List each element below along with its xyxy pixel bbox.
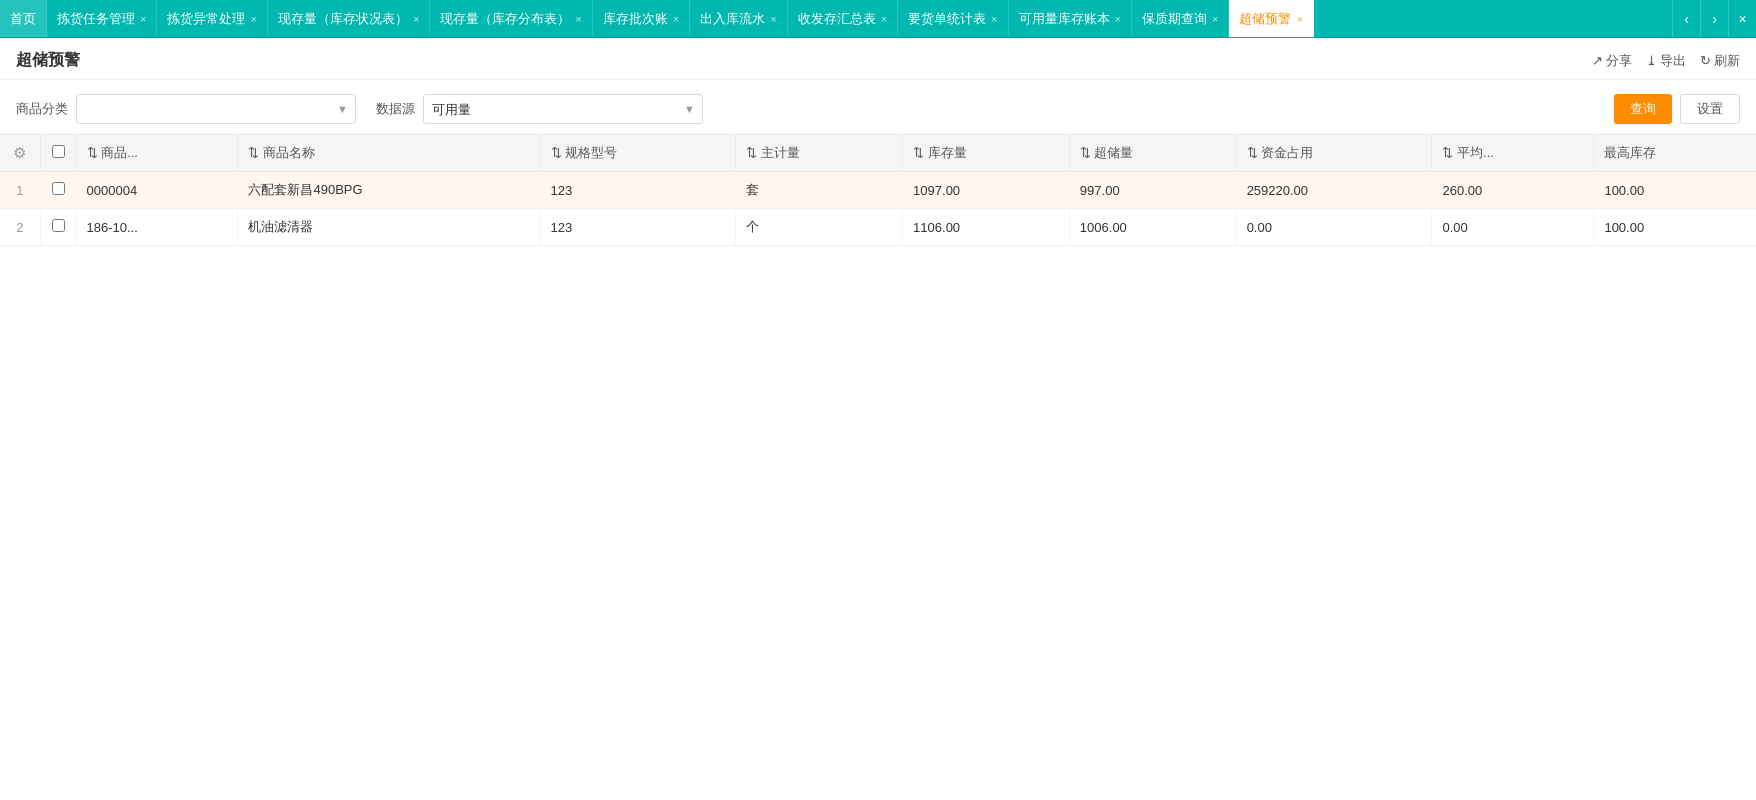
nav-arrows: ‹ › × [1672,0,1756,38]
col-header-code: ⇅ 商品... [76,135,238,172]
category-label: 商品分类 [16,100,68,118]
col-header-gear: ⚙ [0,135,40,172]
nav-inventory-dist[interactable]: 现存量（库存分布表） × [430,0,592,37]
refresh-button[interactable]: ↻ 刷新 [1700,52,1740,70]
close-inventory-dist[interactable]: × [575,13,581,25]
table-row: 1 0000004 六配套新昌490BPG 123 套 1097.00 997.… [0,172,1756,209]
row-2-avg: 0.00 [1432,209,1594,246]
datasource-label: 数据源 [376,100,415,118]
page-title: 超储预警 [16,50,80,71]
row-1-capital: 259220.00 [1236,172,1432,209]
col-header-spec: ⇅ 规格型号 [540,135,736,172]
col-header-name: ⇅ 商品名称 [238,135,540,172]
row-2-checkbox[interactable] [52,219,65,232]
nav-inventory-status[interactable]: 现存量（库存状况表） × [268,0,430,37]
col-header-capital: ⇅ 资金占用 [1236,135,1432,172]
page-header: 超储预警 ↗ 分享 ⤓ 导出 ↻ 刷新 [0,38,1756,80]
nav-receipt-summary[interactable]: 收发存汇总表 × [788,0,898,37]
setting-button[interactable]: 设置 [1680,94,1740,124]
close-batch-account[interactable]: × [673,13,679,25]
nav-available-stock[interactable]: 可用量库存账本 × [1009,0,1132,37]
nav-home[interactable]: 首页 [0,0,47,37]
nav-close-button[interactable]: × [1728,0,1756,38]
close-order-stat[interactable]: × [991,13,997,25]
nav-pick-exception[interactable]: 拣货异常处理 × [157,0,267,37]
close-quality-expire[interactable]: × [1212,13,1218,25]
row-1-code: 0000004 [76,172,238,209]
row-1-checkbox[interactable] [52,182,65,195]
row-1-unit: 套 [736,172,903,209]
col-header-avg: ⇅ 平均... [1432,135,1594,172]
row-1-avg: 260.00 [1432,172,1594,209]
header-actions: ↗ 分享 ⤓ 导出 ↻ 刷新 [1592,52,1740,70]
category-filter-group: 商品分类 ▼ [16,94,356,124]
gear-settings-icon[interactable]: ⚙ [13,144,26,161]
row-2-overstock: 1006.00 [1069,209,1236,246]
row-1-check [40,172,76,209]
nav-order-stat[interactable]: 要货单统计表 × [898,0,1008,37]
page-content: 超储预警 ↗ 分享 ⤓ 导出 ↻ 刷新 商品分类 ▼ [0,38,1756,800]
close-inventory-status[interactable]: × [413,13,419,25]
col-header-stock: ⇅ 库存量 [903,135,1070,172]
col-header-check [40,135,76,172]
datasource-select[interactable]: 可用量 库存量 [423,94,703,124]
close-available-stock[interactable]: × [1115,13,1121,25]
row-2-stock: 1106.00 [903,209,1070,246]
row-1-stock: 1097.00 [903,172,1070,209]
datasource-select-wrapper: 可用量 库存量 ▼ [423,94,703,124]
top-navigation: 首页 拣货任务管理 × 拣货异常处理 × 现存量（库存状况表） × 现存量（库存… [0,0,1756,38]
nav-batch-account[interactable]: 库存批次账 × [593,0,690,37]
row-2-spec: 123 [540,209,736,246]
close-pick-exception[interactable]: × [250,13,256,25]
row-2-capital: 0.00 [1236,209,1432,246]
col-header-maxstock: 最高库存 [1594,135,1756,172]
export-button[interactable]: ⤓ 导出 [1646,52,1686,70]
nav-prev-button[interactable]: ‹ [1672,0,1700,38]
share-icon: ↗ [1592,53,1603,68]
nav-next-button[interactable]: › [1700,0,1728,38]
table-header-row: ⚙ ⇅ 商品... ⇅ 商品名称 ⇅ 规格型号 [0,135,1756,172]
row-1-name: 六配套新昌490BPG [238,172,540,209]
datasource-filter-group: 数据源 可用量 库存量 ▼ [376,94,703,124]
row-1-maxstock: 100.00 [1594,172,1756,209]
select-all-checkbox[interactable] [52,145,65,158]
nav-pick-task[interactable]: 拣货任务管理 × [47,0,157,37]
col-header-overstock: ⇅ 超储量 [1069,135,1236,172]
row-2-code: 186-10... [76,209,238,246]
filter-buttons: 查询 设置 [1614,94,1740,124]
close-overstock-warning[interactable]: × [1296,13,1302,25]
row-2-name: 机油滤清器 [238,209,540,246]
table-row: 2 186-10... 机油滤清器 123 个 1106.00 1006.00 … [0,209,1756,246]
nav-inout-flow[interactable]: 出入库流水 × [690,0,787,37]
filter-area: 商品分类 ▼ 数据源 可用量 库存量 ▼ 查询 设置 [0,80,1756,134]
refresh-icon: ↻ [1700,53,1711,68]
row-2-unit: 个 [736,209,903,246]
row-1-overstock: 997.00 [1069,172,1236,209]
category-select-wrapper: ▼ [76,94,356,124]
close-inout-flow[interactable]: × [770,13,776,25]
table-body: 1 0000004 六配套新昌490BPG 123 套 1097.00 997.… [0,172,1756,246]
overstock-table: ⚙ ⇅ 商品... ⇅ 商品名称 ⇅ 规格型号 [0,134,1756,246]
close-receipt-summary[interactable]: × [881,13,887,25]
export-icon: ⤓ [1646,53,1657,68]
close-pick-task[interactable]: × [140,13,146,25]
nav-quality-expire[interactable]: 保质期查询 × [1132,0,1229,37]
col-header-unit: ⇅ 主计量 [736,135,903,172]
nav-overstock-warning[interactable]: 超储预警 × [1229,0,1313,37]
row-1-spec: 123 [540,172,736,209]
row-1-num: 1 [0,172,40,209]
query-button[interactable]: 查询 [1614,94,1672,124]
share-button[interactable]: ↗ 分享 [1592,52,1632,70]
row-2-maxstock: 100.00 [1594,209,1756,246]
row-2-num: 2 [0,209,40,246]
row-2-check [40,209,76,246]
table-container: ⚙ ⇅ 商品... ⇅ 商品名称 ⇅ 规格型号 [0,134,1756,246]
category-select[interactable] [76,94,356,124]
